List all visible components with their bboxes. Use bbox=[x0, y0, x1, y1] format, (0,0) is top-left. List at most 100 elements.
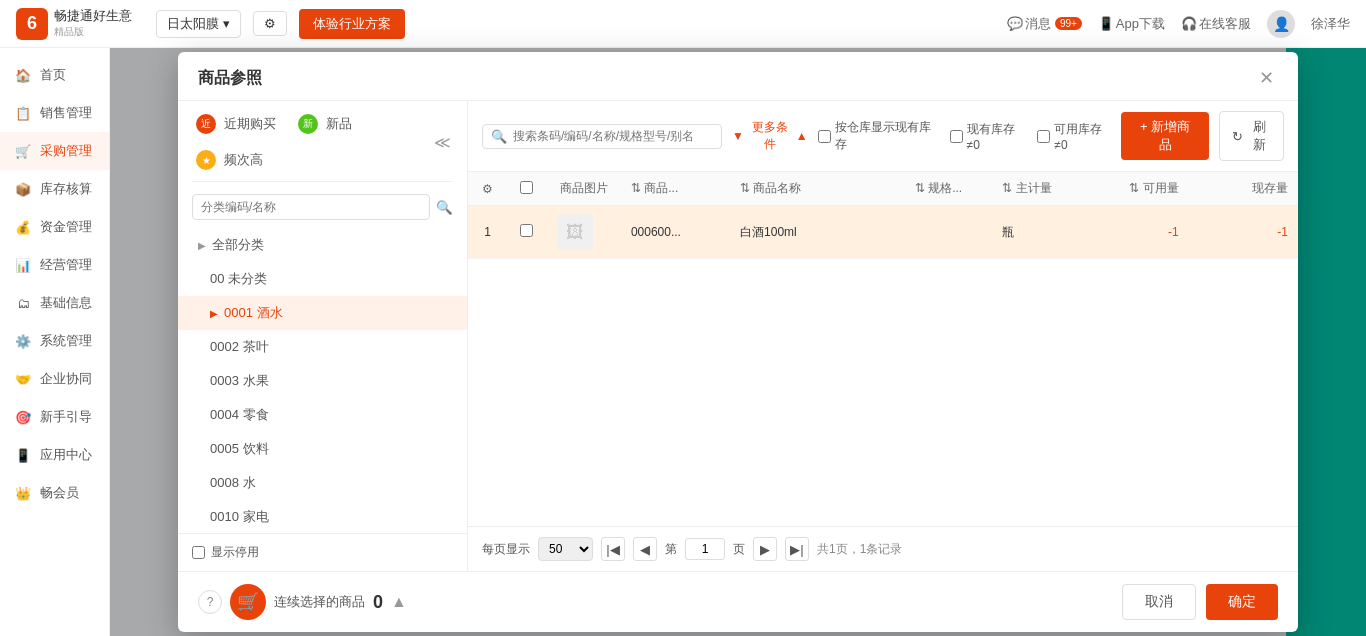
sidebar-label-info: 基础信息 bbox=[40, 294, 92, 312]
product-search-bar: 🔍 bbox=[482, 124, 722, 149]
sidebar-item-business[interactable]: 📊 经营管理 bbox=[0, 246, 109, 284]
add-product-btn[interactable]: + 新增商品 bbox=[1121, 112, 1209, 160]
sales-icon: 📋 bbox=[14, 104, 32, 122]
product-table: ⚙ 商品图片 ⇅ 商品... ⇅ 商品名称 ⇅ 规格... ⇅ 主计量 ⇅ 可用… bbox=[468, 172, 1298, 259]
system-icon: ⚙️ bbox=[14, 332, 32, 350]
cart-button[interactable]: 🛒 bbox=[230, 584, 266, 620]
sidebar-item-guide[interactable]: 🎯 新手引导 bbox=[0, 398, 109, 436]
cat-tea[interactable]: 0002 茶叶 bbox=[178, 330, 467, 364]
divider1 bbox=[192, 181, 453, 182]
cat-drink[interactable]: 0005 饮料 bbox=[178, 432, 467, 466]
check-nonzero[interactable] bbox=[950, 130, 963, 143]
sidebar-item-sales[interactable]: 📋 销售管理 bbox=[0, 94, 109, 132]
sidebar-item-home[interactable]: 🏠 首页 bbox=[0, 56, 109, 94]
checkbox-group: 按仓库显示现有库存 现有库存≠0 可用库存≠0 bbox=[818, 119, 1112, 153]
cat-wine[interactable]: ▶ 0001 酒水 bbox=[178, 296, 467, 330]
last-page-btn[interactable]: ▶| bbox=[785, 537, 809, 561]
sidebar-item-collab[interactable]: 🤝 企业协同 bbox=[0, 360, 109, 398]
check-warehouse-label[interactable]: 按仓库显示现有库存 bbox=[818, 119, 936, 153]
sidebar-item-system[interactable]: ⚙️ 系统管理 bbox=[0, 322, 109, 360]
sidebar-item-purchase[interactable]: 🛒 采购管理 bbox=[0, 132, 109, 170]
cat-search-input[interactable] bbox=[192, 194, 430, 220]
page-input[interactable] bbox=[685, 538, 725, 560]
cat-water-label: 0008 水 bbox=[210, 474, 256, 492]
filter-btn[interactable]: ▼ 更多条件 ▲ bbox=[732, 119, 808, 153]
page-label2: 页 bbox=[733, 541, 745, 558]
sidebar-label-member: 畅会员 bbox=[40, 484, 79, 502]
service-link[interactable]: 🎧 在线客服 bbox=[1181, 15, 1251, 33]
store-selector[interactable]: 日太阳膜 ▾ bbox=[156, 10, 241, 38]
check-avail-nonzero[interactable] bbox=[1037, 130, 1050, 143]
tab-new[interactable]: 新 新品 bbox=[288, 107, 362, 141]
th-avail[interactable]: ⇅ 可用量 bbox=[1080, 172, 1189, 206]
cat-all[interactable]: ▶ 全部分类 bbox=[178, 228, 467, 262]
cat-search-button[interactable]: 🔍 bbox=[436, 200, 453, 215]
headset-icon: 🎧 bbox=[1181, 16, 1197, 31]
sidebar-label-business: 经营管理 bbox=[40, 256, 92, 274]
help-icon[interactable]: ? bbox=[198, 590, 222, 614]
tab-frequent[interactable]: ★ 频次高 bbox=[186, 143, 273, 177]
th-unit[interactable]: ⇅ 主计量 bbox=[992, 172, 1079, 206]
row-num: 1 bbox=[468, 206, 507, 259]
per-page-select[interactable]: 50 100 200 bbox=[538, 537, 593, 561]
show-disabled-row: 显示停用 bbox=[178, 533, 467, 571]
cat-snack[interactable]: 0004 零食 bbox=[178, 398, 467, 432]
arrow-wine: ▶ bbox=[210, 308, 218, 319]
th-spec[interactable]: ⇅ 规格... bbox=[905, 172, 992, 206]
sidebar: 🏠 首页 📋 销售管理 🛒 采购管理 📦 库存核算 💰 资金管理 📊 经营管理 … bbox=[0, 48, 110, 636]
table-row[interactable]: 1 🖼 000600... 白酒100ml 瓶 bbox=[468, 206, 1298, 259]
sidebar-item-finance[interactable]: 💰 资金管理 bbox=[0, 208, 109, 246]
app-download-link[interactable]: 📱 App下载 bbox=[1098, 15, 1165, 33]
cancel-button[interactable]: 取消 bbox=[1122, 584, 1196, 620]
inventory-icon: 📦 bbox=[14, 180, 32, 198]
sidebar-label-guide: 新手引导 bbox=[40, 408, 92, 426]
sidebar-item-apps[interactable]: 📱 应用中心 bbox=[0, 436, 109, 474]
collapse-cart-btn[interactable]: ▲ bbox=[391, 593, 407, 611]
cat-search-row: 🔍 bbox=[178, 186, 467, 228]
navbar: 6 畅捷通好生意 精品版 日太阳膜 ▾ ⚙ 体验行业方案 💬 消息 99+ 📱 … bbox=[0, 0, 1366, 48]
th-stock[interactable]: 现存量 bbox=[1189, 172, 1298, 206]
select-all-checkbox[interactable] bbox=[520, 181, 533, 194]
prev-page-btn[interactable]: ◀ bbox=[633, 537, 657, 561]
cat-water[interactable]: 0008 水 bbox=[178, 466, 467, 500]
confirm-button[interactable]: 确定 bbox=[1206, 584, 1278, 620]
cat-tea-label: 0002 茶叶 bbox=[210, 338, 269, 356]
tab-recent-label: 近期购买 bbox=[224, 115, 276, 133]
check-warehouse[interactable] bbox=[818, 130, 831, 143]
sidebar-item-info[interactable]: 🗂 基础信息 bbox=[0, 284, 109, 322]
check-nonzero-label[interactable]: 现有库存≠0 bbox=[950, 121, 1024, 152]
recent-icon: 近 bbox=[196, 114, 216, 134]
username[interactable]: 徐泽华 bbox=[1311, 15, 1350, 33]
cat-fruit[interactable]: 0003 水果 bbox=[178, 364, 467, 398]
table-header-row: ⚙ 商品图片 ⇅ 商品... ⇅ 商品名称 ⇅ 规格... ⇅ 主计量 ⇅ 可用… bbox=[468, 172, 1298, 206]
show-disabled-checkbox[interactable] bbox=[192, 546, 205, 559]
sidebar-item-member[interactable]: 👑 畅会员 bbox=[0, 474, 109, 512]
th-code[interactable]: ⇅ 商品... bbox=[621, 172, 730, 206]
business-icon: 📊 bbox=[14, 256, 32, 274]
apps-icon: 📱 bbox=[14, 446, 32, 464]
cart-label: 连续选择的商品 bbox=[274, 593, 365, 611]
tab-frequent-label: 频次高 bbox=[224, 151, 263, 169]
member-icon: 👑 bbox=[14, 484, 32, 502]
th-name[interactable]: ⇅ 商品名称 bbox=[730, 172, 905, 206]
th-settings[interactable]: ⚙ bbox=[468, 172, 507, 206]
settings-btn[interactable]: ⚙ bbox=[253, 11, 287, 36]
check-avail-nonzero-label[interactable]: 可用库存≠0 bbox=[1037, 121, 1111, 152]
filter-icon: ▼ bbox=[732, 129, 744, 143]
avatar: 👤 bbox=[1267, 10, 1295, 38]
per-page-label: 每页显示 bbox=[482, 541, 530, 558]
refresh-btn[interactable]: ↻ 刷新 bbox=[1219, 111, 1284, 161]
exp-btn[interactable]: 体验行业方案 bbox=[299, 9, 405, 39]
message-link[interactable]: 💬 消息 99+ bbox=[1007, 15, 1082, 33]
modal-close-button[interactable]: ✕ bbox=[1254, 66, 1278, 90]
tab-recent[interactable]: 近 近期购买 bbox=[186, 107, 286, 141]
product-search-input[interactable] bbox=[513, 129, 693, 143]
cat-appliance[interactable]: 0010 家电 bbox=[178, 500, 467, 533]
cat-uncategorized[interactable]: 00 未分类 bbox=[178, 262, 467, 296]
collapse-left-btn[interactable]: ≪ bbox=[426, 129, 459, 156]
row-checkbox[interactable] bbox=[507, 206, 546, 259]
row-name: 白酒100ml bbox=[730, 206, 905, 259]
sidebar-item-inventory[interactable]: 📦 库存核算 bbox=[0, 170, 109, 208]
first-page-btn[interactable]: |◀ bbox=[601, 537, 625, 561]
next-page-btn[interactable]: ▶ bbox=[753, 537, 777, 561]
